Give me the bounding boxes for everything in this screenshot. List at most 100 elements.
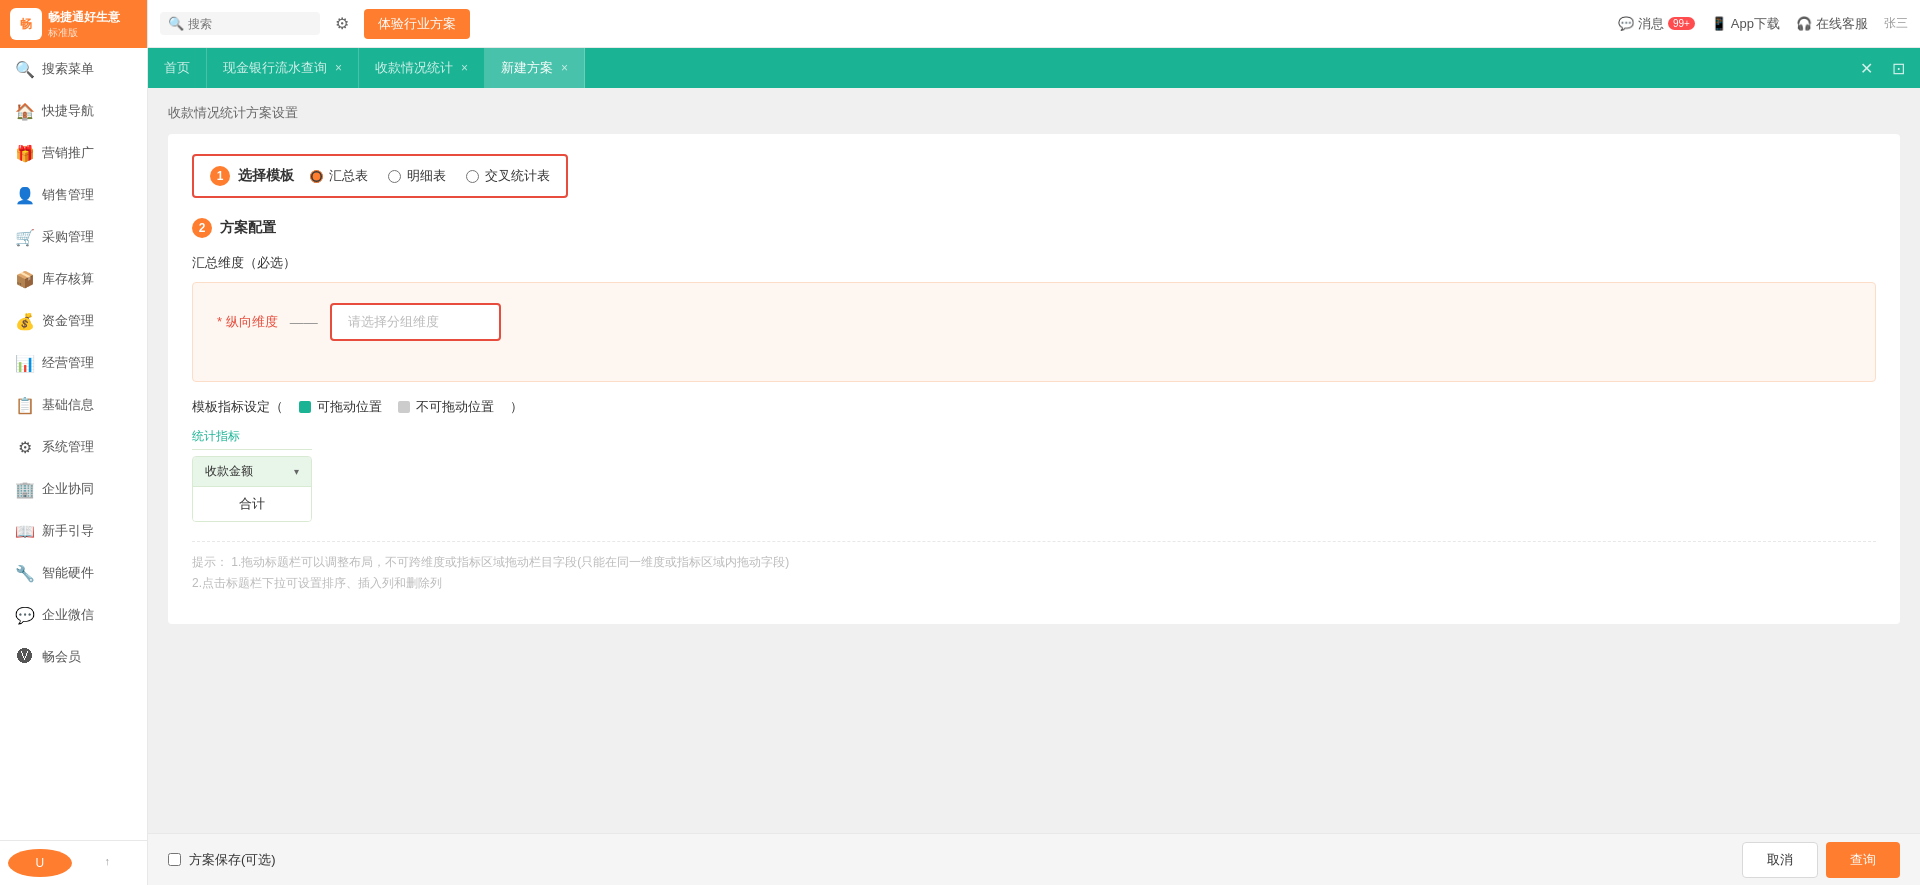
support-btn[interactable]: 🎧 在线客服 [1796, 15, 1868, 33]
tab-receipt-stats-label: 收款情况统计 [375, 59, 453, 77]
tab-new-plan[interactable]: 新建方案 × [485, 48, 585, 88]
metric-settings: 模板指标设定（ 可拖动位置 不可拖动位置 ） [192, 398, 1876, 592]
logo-badge: 标准版 [48, 26, 120, 40]
metric-settings-header: 模板指标设定（ 可拖动位置 不可拖动位置 ） [192, 398, 1876, 416]
query-button[interactable]: 查询 [1826, 842, 1900, 878]
sidebar-item-label-system: 系统管理 [42, 438, 94, 456]
chevron-down-icon: ▾ [294, 466, 299, 477]
sidebar-item-system[interactable]: ⚙系统管理 [0, 426, 147, 468]
tab-expand-btn[interactable]: ⊡ [1884, 54, 1912, 82]
user-avatar-btn[interactable]: U [8, 849, 72, 877]
metric-header[interactable]: 收款金额 ▾ [193, 457, 311, 487]
cancel-button[interactable]: 取消 [1742, 842, 1818, 878]
sidebar-item-newbie[interactable]: 📖 新手引导 [0, 510, 147, 552]
logo: 畅 畅捷通好生意 标准版 [0, 0, 147, 48]
sidebar-item-inventory[interactable]: 📦库存核算 [0, 258, 147, 300]
section2: 2 方案配置 汇总维度（必选） * 纵向维度 —— 请选择分组维度 [192, 218, 1876, 592]
radio-summary-label: 汇总表 [329, 167, 368, 185]
metric-close-paren: ） [510, 398, 523, 416]
settings-icon[interactable]: ⚙ [328, 10, 356, 38]
tab-home[interactable]: 首页 [148, 48, 207, 88]
sidebar-item-label-search-menu: 搜索菜单 [42, 60, 94, 78]
enterprise-icon: 🏢 [16, 480, 34, 498]
sidebar-item-label-wechat: 企业微信 [42, 606, 94, 624]
draggable-icon [299, 401, 311, 413]
footer-buttons: 取消 查询 [1742, 842, 1900, 878]
search-menu-icon: 🔍 [16, 60, 34, 78]
tab-receipt-stats-close[interactable]: × [461, 61, 468, 75]
sidebar-item-marketing[interactable]: 🎁营销推广 [0, 132, 147, 174]
sidebar-item-member[interactable]: 🅥畅会员 [0, 636, 147, 678]
save-label: 方案保存(可选) [189, 851, 276, 869]
sidebar-item-label-enterprise: 企业协同 [42, 480, 94, 498]
download-icon: 📱 [1711, 16, 1727, 31]
radio-summary[interactable]: 汇总表 [310, 167, 368, 185]
radio-cross-label: 交叉统计表 [485, 167, 550, 185]
sidebar-bottom: U ↑ [0, 840, 147, 885]
footer-left: 方案保存(可选) [168, 851, 1730, 869]
tab-bank-flow-close[interactable]: × [335, 61, 342, 75]
industry-btn[interactable]: 体验行业方案 [364, 9, 470, 39]
dimension-area: * 纵向维度 —— 请选择分组维度 [192, 282, 1876, 382]
newbie-icon: 📖 [16, 522, 34, 540]
tab-close-all-btn[interactable]: ✕ [1852, 54, 1880, 82]
draggable-tag: 可拖动位置 [299, 398, 382, 416]
sidebar-item-wechat[interactable]: 💬 企业微信 [0, 594, 147, 636]
purchase-icon: 🛒 [16, 228, 34, 246]
footer: 方案保存(可选) 取消 查询 [148, 833, 1920, 885]
topbar: 🔍 ⚙ 体验行业方案 💬 消息 99+ 📱 App下载 🎧 在线客服 张三 [148, 0, 1920, 48]
download-btn[interactable]: 📱 App下载 [1711, 15, 1780, 33]
notification-btn[interactable]: 💬 消息 99+ [1618, 15, 1695, 33]
dimension-select-placeholder: 请选择分组维度 [348, 314, 439, 329]
content-area: 收款情况统计方案设置 1 选择模板 汇总表 [148, 88, 1920, 833]
tab-new-plan-close[interactable]: × [561, 61, 568, 75]
dimension-select-btn[interactable]: 请选择分组维度 [330, 303, 501, 341]
search-input[interactable] [188, 17, 288, 31]
subsection-summary-label: 汇总维度（必选） [192, 254, 1876, 272]
download-label: App下载 [1731, 15, 1780, 33]
sidebar-item-purchase[interactable]: 🛒 采购管理 [0, 216, 147, 258]
tabbar-right: ✕ ⊡ [1852, 54, 1920, 82]
stats-section-label: 统计指标 [192, 428, 312, 450]
wechat-icon: 💬 [16, 606, 34, 624]
marketing-icon: 🎁 [16, 144, 34, 162]
tip-line-1: 提示： 1.拖动标题栏可以调整布局，不可跨维度或指标区域拖动栏目字段(只能在同一… [192, 554, 1876, 571]
radio-cross[interactable]: 交叉统计表 [466, 167, 550, 185]
tab-home-label: 首页 [164, 59, 190, 77]
smart-hw-icon: 🔧 [16, 564, 34, 582]
tab-receipt-stats[interactable]: 收款情况统计 × [359, 48, 485, 88]
sidebar-item-label-newbie: 新手引导 [42, 522, 94, 540]
sidebar-item-label-smart-hw: 智能硬件 [42, 564, 94, 582]
radio-summary-input[interactable] [310, 170, 323, 183]
section2-title: 方案配置 [220, 219, 276, 237]
main-content: 🔍 ⚙ 体验行业方案 💬 消息 99+ 📱 App下载 🎧 在线客服 张三 [148, 0, 1920, 885]
non-draggable-label: 不可拖动位置 [416, 398, 494, 416]
sidebar-item-operations[interactable]: 📊经营管理 [0, 342, 147, 384]
sidebar-item-label-operations: 经营管理 [42, 354, 94, 372]
sidebar-item-quick-nav[interactable]: 🏠快捷导航 [0, 90, 147, 132]
sidebar-item-sales[interactable]: 👤销售管理 [0, 174, 147, 216]
sidebar-item-label-purchase: 采购管理 [42, 228, 94, 246]
radio-detail[interactable]: 明细表 [388, 167, 446, 185]
radio-cross-input[interactable] [466, 170, 479, 183]
dimension-arrow: —— [290, 314, 318, 330]
metric-header-label: 收款金额 [205, 463, 253, 480]
stats-area: 统计指标 收款金额 ▾ 合计 [192, 428, 1876, 525]
sidebar-item-smart-hw[interactable]: 🔧 智能硬件 [0, 552, 147, 594]
tab-bank-flow[interactable]: 现金银行流水查询 × [207, 48, 359, 88]
sidebar-item-enterprise[interactable]: 🏢 企业协同 [0, 468, 147, 510]
section1-header: 1 选择模板 [210, 166, 294, 186]
sidebar-item-label-sales: 销售管理 [42, 186, 94, 204]
sidebar-item-search-menu[interactable]: 🔍 搜索菜单 [0, 48, 147, 90]
sidebar-item-finance[interactable]: 💰资金管理 [0, 300, 147, 342]
sidebar-item-basic-info[interactable]: 📋基础信息 [0, 384, 147, 426]
upgrade-btn[interactable]: ↑ [76, 849, 140, 877]
save-checkbox[interactable] [168, 853, 181, 866]
sidebar-item-label-basic-info: 基础信息 [42, 396, 94, 414]
search-box[interactable]: 🔍 [160, 12, 320, 35]
vertical-dim-label: * 纵向维度 [217, 313, 278, 331]
main-card: 1 选择模板 汇总表 明细表 [168, 134, 1900, 624]
radio-detail-input[interactable] [388, 170, 401, 183]
subsection-summary: 汇总维度（必选） * 纵向维度 —— 请选择分组维度 [192, 254, 1876, 592]
quick-nav-icon: 🏠 [16, 102, 34, 120]
